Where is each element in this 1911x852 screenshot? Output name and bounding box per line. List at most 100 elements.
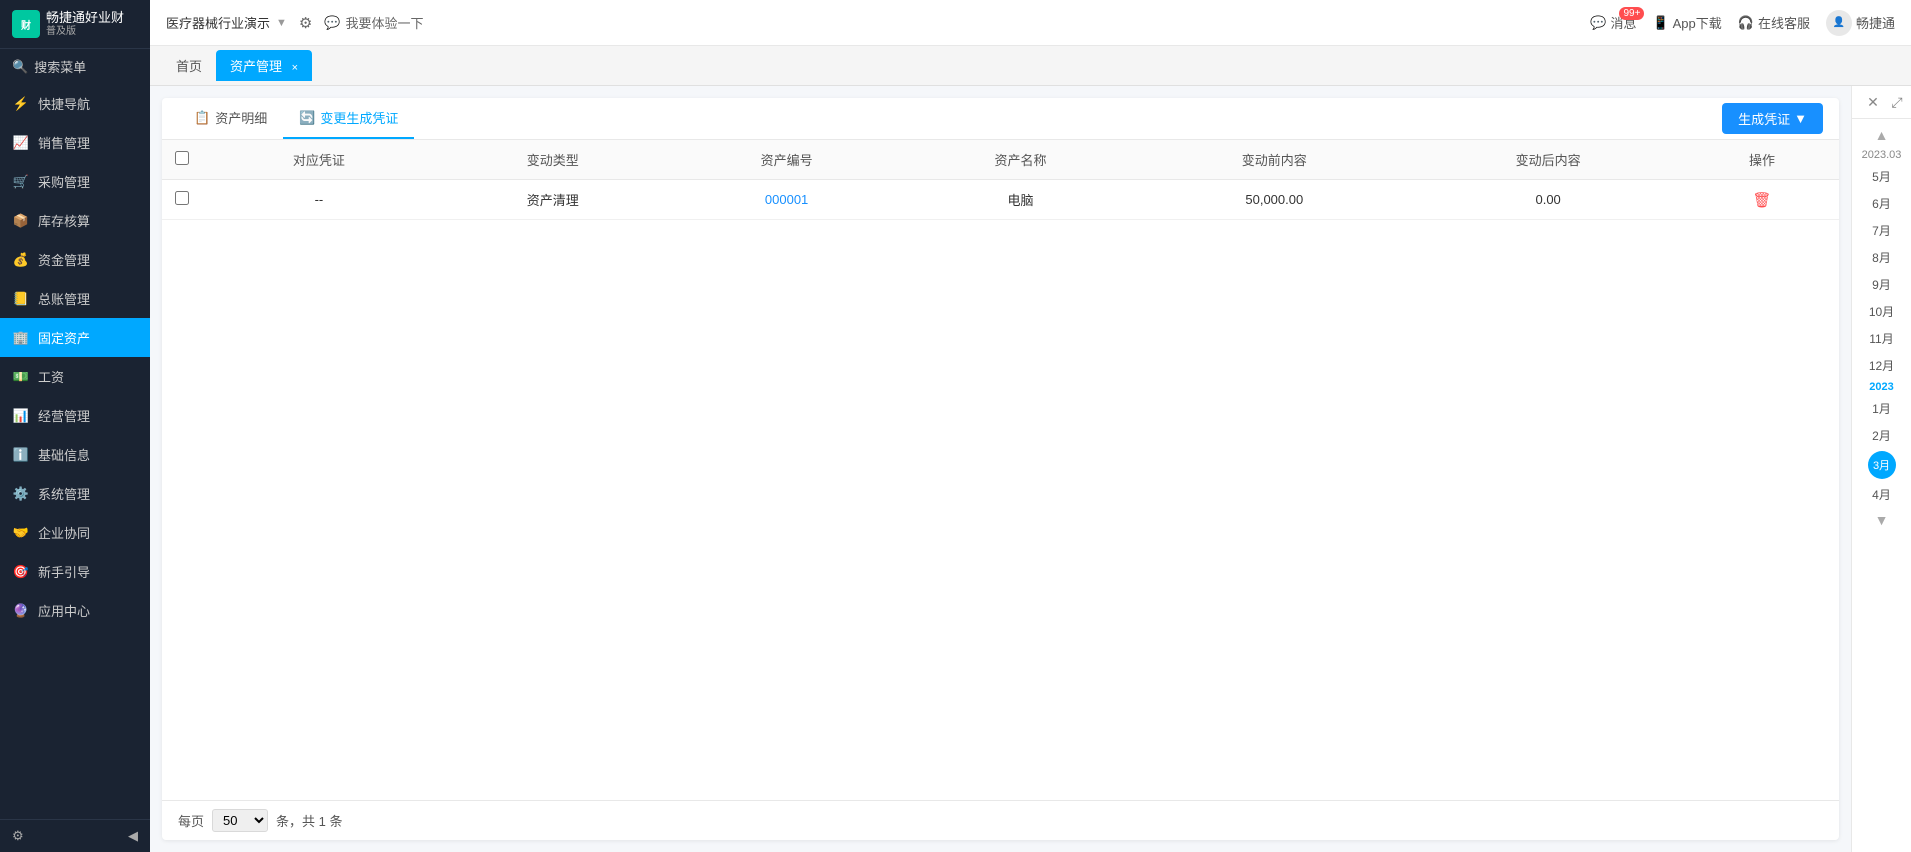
nav-icon-fixed-assets: 🏢 bbox=[12, 329, 30, 347]
timeline: ▲2023.035月6月7月8月9月10月11月12月20231月2月3月4月▼ bbox=[1852, 119, 1911, 852]
data-table: 对应凭证 变动类型 资产编号 资产名称 变动前内容 变动后内容 操作 bbox=[162, 140, 1839, 220]
timeline-month[interactable]: 1月 bbox=[1864, 396, 1900, 421]
search-menu[interactable]: 🔍 搜索菜单 bbox=[0, 49, 150, 84]
row-before-value: 50,000.00 bbox=[1137, 180, 1411, 220]
timeline-month[interactable]: 5月 bbox=[1864, 164, 1900, 189]
nav-label-guide: 新手引导 bbox=[38, 562, 90, 581]
sidebar-item-fixed-assets[interactable]: 🏢 固定资产 bbox=[0, 318, 150, 357]
sidebar-item-payroll[interactable]: 💵 工资 bbox=[0, 357, 150, 396]
timeline-month[interactable]: 8月 bbox=[1864, 245, 1900, 270]
sidebar-item-guide[interactable]: 🎯 新手引导 bbox=[0, 552, 150, 591]
nav-label-purchase: 采购管理 bbox=[38, 172, 90, 191]
change-voucher-icon: 🔄 bbox=[299, 110, 315, 126]
timeline-nav-up[interactable]: ▲ bbox=[1871, 123, 1893, 147]
nav-label-operations: 经营管理 bbox=[38, 406, 90, 425]
content-main: 📋 资产明细 🔄 变更生成凭证 生成凭证 ▼ bbox=[150, 86, 1851, 852]
sidebar-item-purchase[interactable]: 🛒 采购管理 bbox=[0, 162, 150, 201]
collapse-icon[interactable]: ◀ bbox=[128, 828, 138, 844]
nav-label-inventory: 库存核算 bbox=[38, 211, 90, 230]
row-action: 🗑 bbox=[1685, 180, 1839, 220]
timeline-month[interactable]: 9月 bbox=[1864, 272, 1900, 297]
per-page-select[interactable]: 50 10 20 100 bbox=[212, 809, 268, 832]
dropdown-arrow-icon: ▼ bbox=[276, 17, 287, 29]
table-body: -- 资产清理 000001 电脑 50,000.00 0.00 🗑 bbox=[162, 180, 1839, 220]
asset-detail-icon: 📋 bbox=[194, 110, 210, 126]
nav-label-quick-nav: 快捷导航 bbox=[38, 94, 90, 113]
app-logo: 财 畅捷通好业财 普及版 bbox=[0, 0, 150, 49]
subtab-change-voucher[interactable]: 🔄 变更生成凭证 bbox=[283, 98, 414, 139]
row-asset-code: 000001 bbox=[670, 180, 904, 220]
nav-icon-operations: 📊 bbox=[12, 407, 30, 425]
timeline-month[interactable]: 6月 bbox=[1864, 191, 1900, 216]
sidebar-item-ledger[interactable]: 📒 总账管理 bbox=[0, 279, 150, 318]
row-checkbox[interactable] bbox=[175, 191, 189, 205]
service-icon: 🎧 bbox=[1738, 15, 1754, 31]
timeline-month[interactable]: 4月 bbox=[1864, 482, 1900, 507]
feedback-btn[interactable]: 💬 我要体验一下 bbox=[324, 13, 423, 32]
settings-icon[interactable]: ⚙ bbox=[12, 828, 24, 844]
nav-label-app-center: 应用中心 bbox=[38, 601, 90, 620]
timeline-month[interactable]: 11月 bbox=[1864, 326, 1900, 351]
generate-voucher-button[interactable]: 生成凭证 ▼ bbox=[1722, 103, 1823, 134]
sidebar-item-operations[interactable]: 📊 经营管理 bbox=[0, 396, 150, 435]
header-before-value: 变动前内容 bbox=[1137, 140, 1411, 180]
tab-home[interactable]: 首页 bbox=[166, 50, 212, 81]
sidebar-item-sales[interactable]: 📈 销售管理 bbox=[0, 123, 150, 162]
sidebar-item-app-center[interactable]: 🔮 应用中心 bbox=[0, 591, 150, 630]
nav-label-payroll: 工资 bbox=[38, 367, 64, 386]
timeline-month[interactable]: 12月 bbox=[1864, 353, 1900, 378]
sidebar-item-system[interactable]: ⚙️ 系统管理 bbox=[0, 474, 150, 513]
subtab-asset-detail[interactable]: 📋 资产明细 bbox=[178, 98, 283, 139]
timeline-month[interactable]: 10月 bbox=[1864, 299, 1900, 324]
nav-icon-basic-info: ℹ️ bbox=[12, 446, 30, 464]
topbar: 医疗器械行业演示 ▼ ⚙ 💬 我要体验一下 💬 消息 99+ 📱 App下载 🎧… bbox=[150, 0, 1911, 46]
right-panel: ✕ ⤢ ▲2023.035月6月7月8月9月10月11月12月20231月2月3… bbox=[1851, 86, 1911, 852]
user-menu[interactable]: 👤 畅捷通 bbox=[1826, 10, 1895, 36]
messages-btn[interactable]: 💬 消息 99+ bbox=[1590, 13, 1636, 32]
timeline-year-label: 2023.03 bbox=[1858, 147, 1906, 163]
tab-close-icon[interactable]: × bbox=[292, 62, 298, 74]
nav-icon-quick-nav: ⚡ bbox=[12, 95, 30, 113]
header-checkbox-col bbox=[162, 140, 202, 180]
nav-icon-ledger: 📒 bbox=[12, 290, 30, 308]
sidebar-item-funds[interactable]: 💰 资金管理 bbox=[0, 240, 150, 279]
delete-icon[interactable]: 🗑 bbox=[1753, 192, 1772, 209]
timeline-month[interactable]: 3月 bbox=[1868, 451, 1896, 479]
sidebar-item-inventory[interactable]: 📦 库存核算 bbox=[0, 201, 150, 240]
sidebar-item-quick-nav[interactable]: ⚡ 快捷导航 bbox=[0, 84, 150, 123]
online-service-btn[interactable]: 🎧 在线客服 bbox=[1738, 13, 1810, 32]
search-icon: 🔍 bbox=[12, 59, 28, 75]
nav-icon-funds: 💰 bbox=[12, 251, 30, 269]
table-row: -- 资产清理 000001 电脑 50,000.00 0.00 🗑 bbox=[162, 180, 1839, 220]
sidebar-item-basic-info[interactable]: ℹ️ 基础信息 bbox=[0, 435, 150, 474]
logo-text: 畅捷通好业财 普及版 bbox=[46, 10, 124, 38]
table-wrap: 对应凭证 变动类型 资产编号 资产名称 变动前内容 变动后内容 操作 bbox=[162, 140, 1839, 800]
settings-icon[interactable]: ⚙ bbox=[299, 14, 312, 32]
tab-asset-mgmt[interactable]: 资产管理 × bbox=[216, 50, 312, 81]
row-after-value: 0.00 bbox=[1411, 180, 1685, 220]
subtab-actions: 生成凭证 ▼ bbox=[1722, 103, 1823, 134]
main-card: 📋 资产明细 🔄 变更生成凭证 生成凭证 ▼ bbox=[162, 98, 1839, 840]
nav-icon-guide: 🎯 bbox=[12, 563, 30, 581]
sidebar-item-collab[interactable]: 🤝 企业协同 bbox=[0, 513, 150, 552]
header-change-type: 变动类型 bbox=[436, 140, 670, 180]
row-voucher: -- bbox=[202, 180, 436, 220]
content-area: 📋 资产明细 🔄 变更生成凭证 生成凭证 ▼ bbox=[150, 86, 1911, 852]
expand-panel-icon[interactable]: ⤢ bbox=[1887, 92, 1907, 112]
row-asset-name: 电脑 bbox=[904, 180, 1138, 220]
header-action: 操作 bbox=[1685, 140, 1839, 180]
avatar: 👤 bbox=[1826, 10, 1852, 36]
right-panel-header: ✕ ⤢ bbox=[1852, 86, 1911, 119]
subtab-bar: 📋 资产明细 🔄 变更生成凭证 生成凭证 ▼ bbox=[162, 98, 1839, 140]
company-selector[interactable]: 医疗器械行业演示 ▼ bbox=[166, 13, 287, 32]
select-all-checkbox[interactable] bbox=[175, 151, 189, 165]
nav-label-system: 系统管理 bbox=[38, 484, 90, 503]
row-change-type: 资产清理 bbox=[436, 180, 670, 220]
timeline-nav-down[interactable]: ▼ bbox=[1871, 508, 1893, 532]
messages-badge: 99+ bbox=[1619, 7, 1644, 20]
nav-label-ledger: 总账管理 bbox=[38, 289, 90, 308]
app-download-btn[interactable]: 📱 App下载 bbox=[1652, 13, 1721, 32]
timeline-month[interactable]: 2月 bbox=[1864, 423, 1900, 448]
close-panel-icon[interactable]: ✕ bbox=[1863, 92, 1883, 112]
timeline-month[interactable]: 7月 bbox=[1864, 218, 1900, 243]
